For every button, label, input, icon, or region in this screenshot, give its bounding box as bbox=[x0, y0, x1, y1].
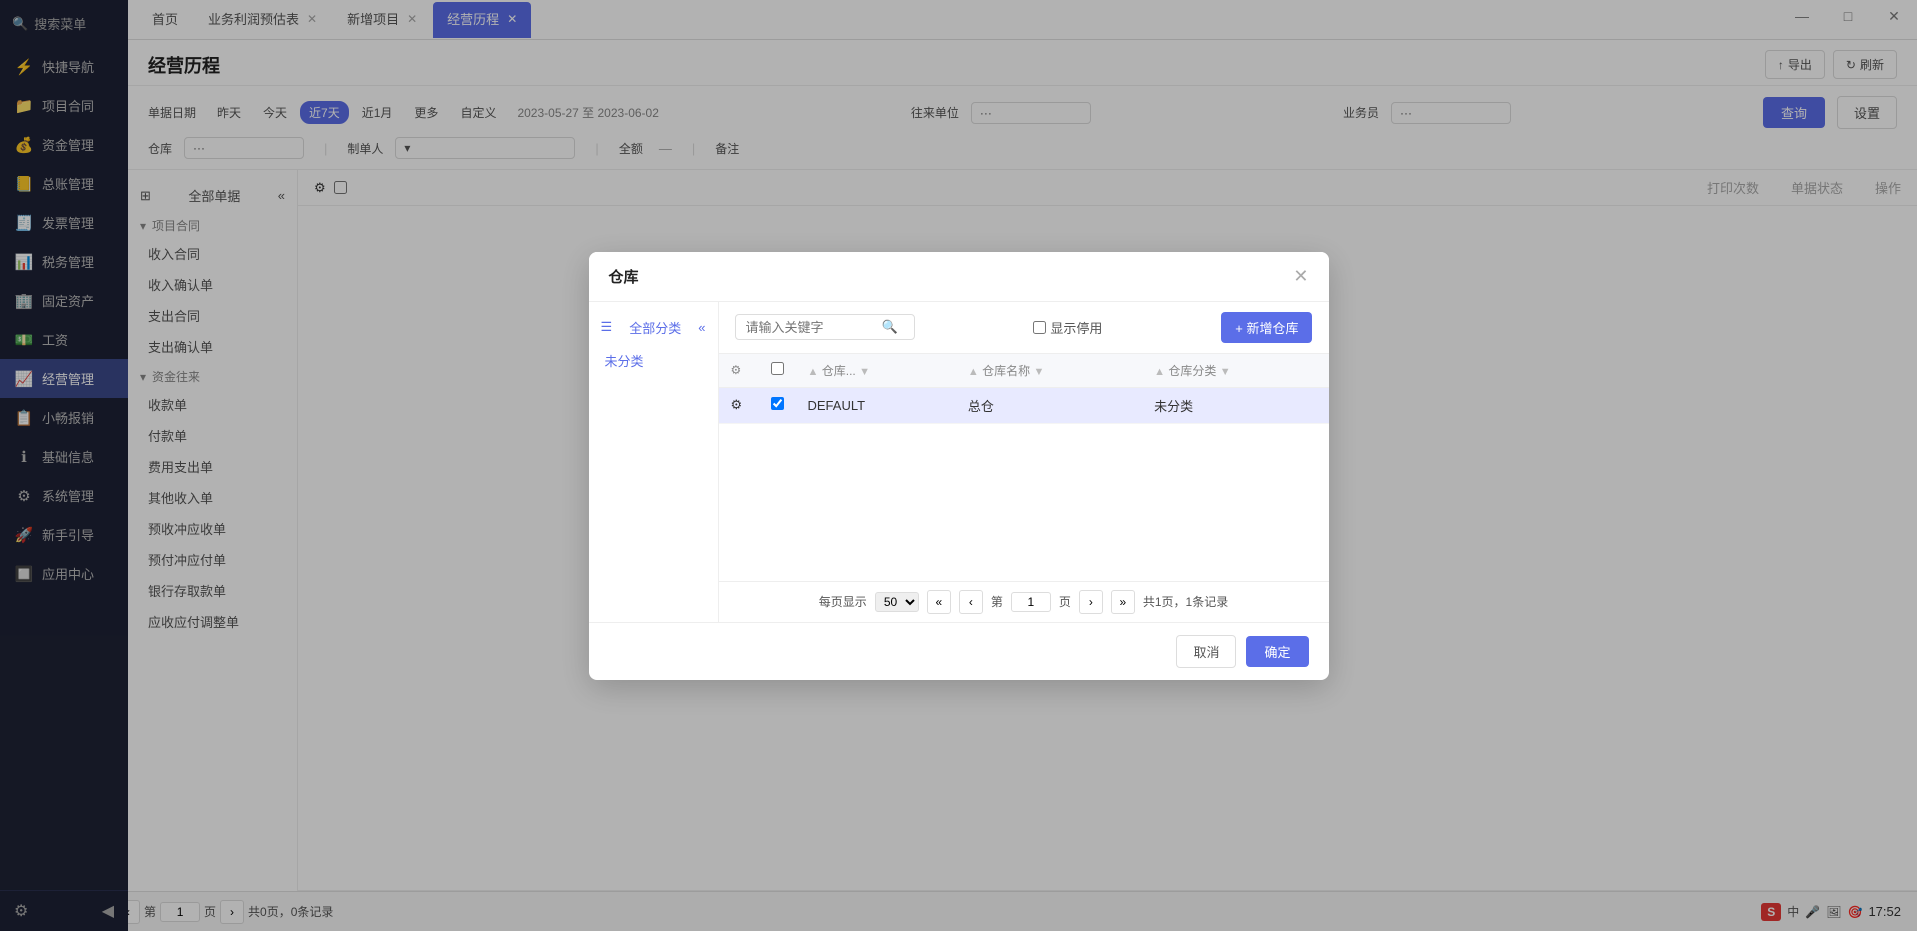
dialog-next-page[interactable]: › bbox=[1079, 590, 1103, 614]
minimize-button[interactable]: — bbox=[1779, 0, 1825, 32]
settings-col-header: ⚙ bbox=[719, 354, 759, 388]
dialog-per-page-select[interactable]: 50 bbox=[875, 592, 919, 612]
name-sort-down[interactable]: ▼ bbox=[1033, 366, 1044, 378]
code-sort-down[interactable]: ▼ bbox=[859, 366, 870, 378]
dialog-total-text: 共1页，1条记录 bbox=[1143, 593, 1228, 610]
dialog-select-all[interactable] bbox=[771, 362, 784, 375]
unclassified-label: 未分类 bbox=[605, 354, 644, 369]
code-col-header: ▲ 仓库... ▼ bbox=[796, 354, 956, 388]
dialog-left-panel: ☰ 全部分类 « 未分类 bbox=[589, 302, 719, 622]
select-col-header bbox=[759, 354, 796, 388]
name-col-header: ▲ 仓库名称 ▼ bbox=[956, 354, 1142, 388]
dialog-search-icon: 🔍 bbox=[882, 319, 898, 335]
dialog-per-page-label: 每页显示 bbox=[819, 593, 867, 610]
dialog-title: 仓库 bbox=[609, 266, 639, 287]
row-code: DEFAULT bbox=[796, 387, 956, 423]
show-disabled-checkbox-group: 显示停用 bbox=[1033, 318, 1102, 337]
dialog-search-input[interactable] bbox=[746, 320, 876, 335]
all-categories-label: 全部分类 bbox=[629, 318, 681, 337]
warehouse-dialog: 仓库 ✕ ☰ 全部分类 « 未分类 bbox=[589, 252, 1329, 680]
cat-sort-up[interactable]: ▲ bbox=[1154, 366, 1165, 378]
table-row[interactable]: ⚙ DEFAULT 总仓 未分类 bbox=[719, 387, 1329, 423]
all-categories-icon: ☰ bbox=[601, 319, 613, 335]
row-category: 未分类 bbox=[1142, 387, 1328, 423]
code-sort-up[interactable]: ▲ bbox=[808, 366, 819, 378]
maximize-button[interactable]: □ bbox=[1825, 0, 1871, 32]
category-col-header: ▲ 仓库分类 ▼ bbox=[1142, 354, 1328, 388]
dialog-all-categories[interactable]: ☰ 全部分类 « bbox=[589, 312, 718, 343]
dialog-close-button[interactable]: ✕ bbox=[1293, 266, 1308, 287]
dialog-page-input[interactable] bbox=[1011, 592, 1051, 612]
cancel-button[interactable]: 取消 bbox=[1176, 635, 1236, 668]
add-warehouse-button[interactable]: + 新增仓库 bbox=[1221, 312, 1312, 343]
dialog-unclassified-item[interactable]: 未分类 bbox=[589, 343, 718, 378]
row-name: 总仓 bbox=[956, 387, 1142, 423]
dialog-actions: 取消 确定 bbox=[589, 622, 1329, 680]
dialog-page-label: 第 bbox=[991, 593, 1003, 610]
dialog-prev-page[interactable]: ‹ bbox=[959, 590, 983, 614]
show-disabled-label: 显示停用 bbox=[1050, 318, 1102, 337]
dialog-search-box[interactable]: 🔍 bbox=[735, 314, 915, 340]
dialog-toolbar: 🔍 显示停用 + 新增仓库 bbox=[719, 302, 1329, 354]
dialog-pagination: 每页显示 50 « ‹ 第 页 › » 共1页，1条记录 bbox=[719, 581, 1329, 622]
dialog-header: 仓库 ✕ bbox=[589, 252, 1329, 302]
row-checkbox[interactable] bbox=[771, 397, 784, 410]
show-disabled-checkbox[interactable] bbox=[1033, 321, 1046, 334]
dialog-last-page[interactable]: » bbox=[1111, 590, 1135, 614]
window-controls: — □ ✕ bbox=[1779, 0, 1917, 32]
dialog-first-page[interactable]: « bbox=[927, 590, 951, 614]
cat-sort-down[interactable]: ▼ bbox=[1220, 366, 1231, 378]
modal-overlay: 仓库 ✕ ☰ 全部分类 « 未分类 bbox=[0, 0, 1917, 931]
dialog-page-suffix: 页 bbox=[1059, 593, 1071, 610]
dialog-table: ⚙ ▲ 仓库... ▼ ▲ bbox=[719, 354, 1329, 581]
confirm-button[interactable]: 确定 bbox=[1246, 636, 1308, 667]
dialog-body: ☰ 全部分类 « 未分类 🔍 显示停用 bbox=[589, 302, 1329, 622]
dialog-table-header: ⚙ ▲ 仓库... ▼ ▲ bbox=[719, 354, 1329, 388]
name-sort-up[interactable]: ▲ bbox=[968, 366, 979, 378]
dialog-right-panel: 🔍 显示停用 + 新增仓库 ⚙ bbox=[719, 302, 1329, 622]
row-settings-icon[interactable]: ⚙ bbox=[719, 387, 759, 423]
close-button[interactable]: ✕ bbox=[1871, 0, 1917, 32]
dialog-collapse-icon[interactable]: « bbox=[698, 320, 705, 335]
